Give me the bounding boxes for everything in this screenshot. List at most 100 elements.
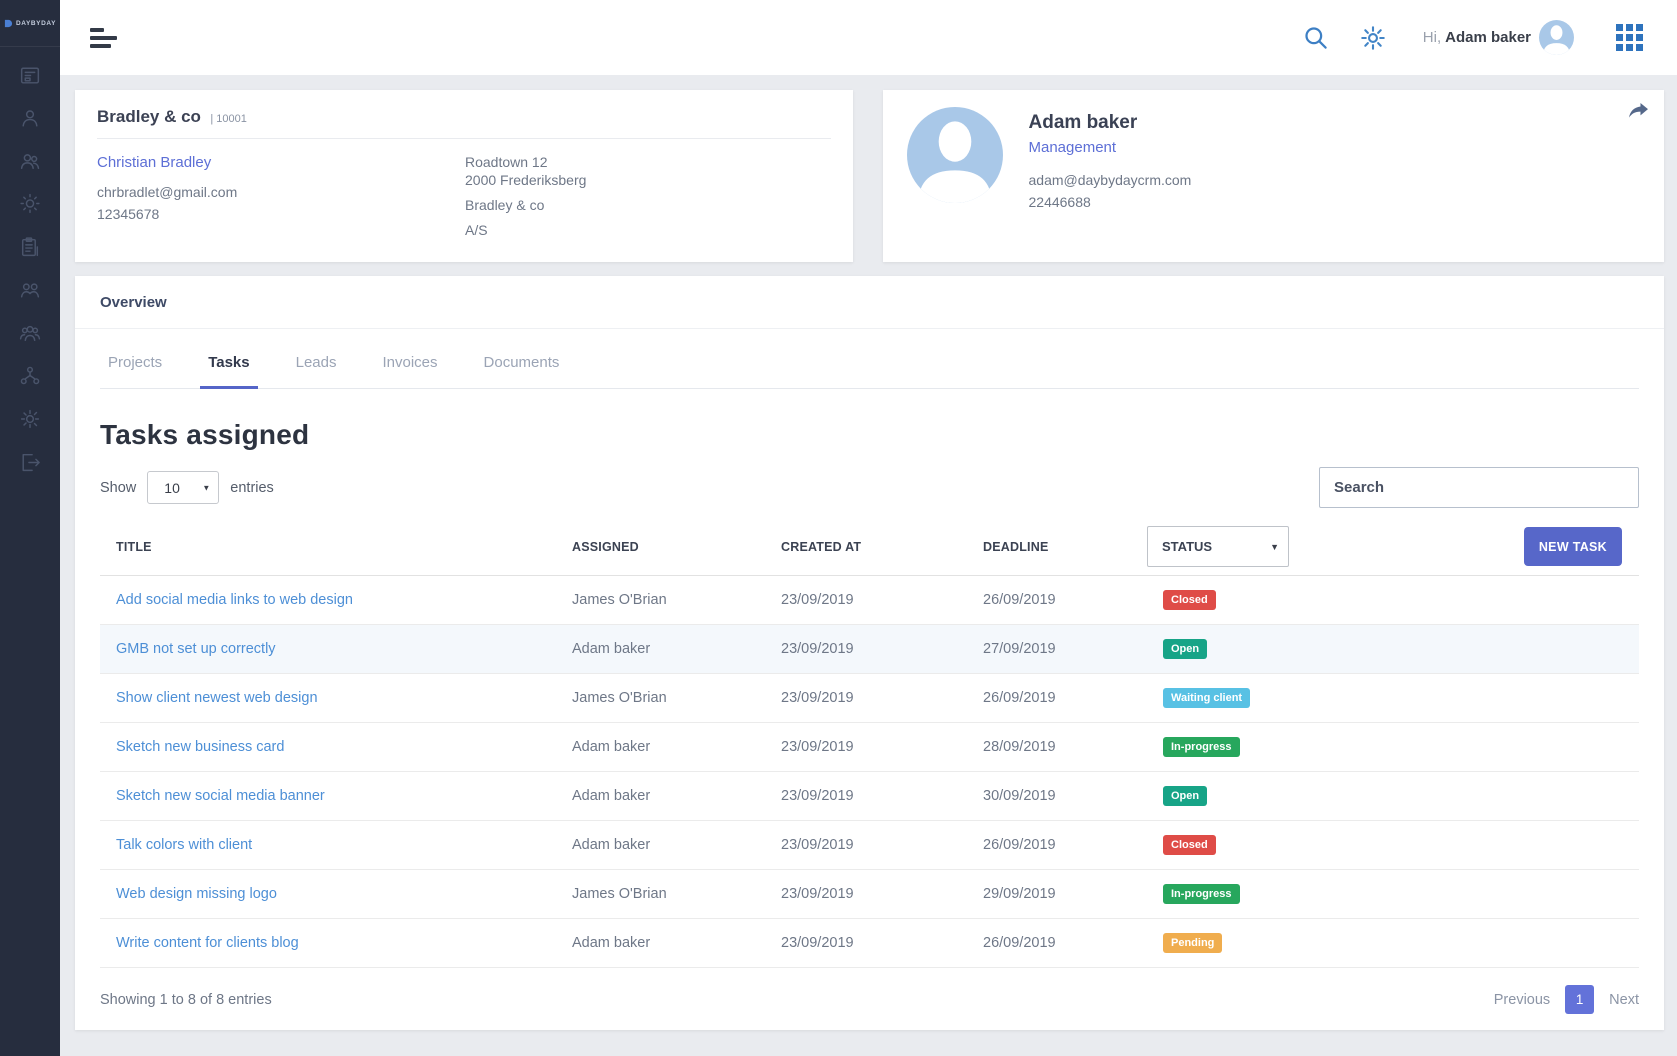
hamburger-menu-icon[interactable] — [90, 28, 117, 48]
pagination-page-1[interactable]: 1 — [1565, 985, 1594, 1014]
gear-icon[interactable] — [1359, 24, 1387, 52]
leads-icon — [18, 192, 42, 216]
deadline-cell: 26/09/2019 — [967, 690, 1147, 706]
assigned-cell: Adam baker — [556, 837, 765, 853]
task-title-link[interactable]: Show client newest web design — [116, 690, 318, 706]
app-logo[interactable]: DAYBYDAY — [0, 0, 60, 47]
tab-documents[interactable]: Documents — [476, 354, 568, 388]
page-title: Tasks assigned — [100, 419, 1639, 451]
person-icon — [907, 107, 1003, 203]
share-arrow-icon[interactable] — [1629, 103, 1648, 123]
address-line1: Roadtown 12 — [465, 154, 586, 170]
primary-contact-link[interactable]: Christian Bradley — [97, 154, 211, 171]
pagination-next[interactable]: Next — [1609, 992, 1639, 1008]
task-title-link[interactable]: Write content for clients blog — [116, 935, 299, 951]
company-address: Roadtown 12 2000 Frederiksberg Bradley &… — [465, 154, 586, 240]
status-badge: Closed — [1163, 835, 1216, 855]
sidebar-item-logout[interactable] — [18, 450, 42, 474]
pagination: Previous 1 Next — [1494, 985, 1639, 1014]
tab-projects[interactable]: Projects — [100, 354, 170, 388]
task-title-link[interactable]: Sketch new business card — [116, 739, 284, 755]
task-title-link[interactable]: Add social media links to web design — [116, 592, 353, 608]
table-header: TITLE ASSIGNED CREATED AT DEADLINE STATU… — [100, 518, 1639, 576]
status-badge: In-progress — [1163, 737, 1240, 757]
user-avatar — [907, 107, 1003, 203]
assigned-cell: Adam baker — [556, 641, 765, 657]
sidebar-item-settings[interactable] — [18, 407, 42, 431]
logout-icon — [18, 450, 42, 474]
search-input[interactable] — [1319, 467, 1639, 508]
company-phone: 12345678 — [97, 206, 465, 222]
task-title-link[interactable]: Talk colors with client — [116, 837, 252, 853]
tab-tasks[interactable]: Tasks — [200, 354, 257, 389]
task-title-link[interactable]: GMB not set up correctly — [116, 641, 276, 657]
sidebar-item-clients[interactable] — [18, 149, 42, 173]
column-header-title[interactable]: TITLE — [100, 540, 556, 554]
user-greeting[interactable]: Hi,Adam baker — [1423, 29, 1531, 46]
table-info: Showing 1 to 8 of 8 entries — [100, 992, 272, 1008]
pagination-previous[interactable]: Previous — [1494, 992, 1550, 1008]
sidebar-item-tasks[interactable] — [18, 235, 42, 259]
deadline-cell: 30/09/2019 — [967, 788, 1147, 804]
deadline-cell: 27/09/2019 — [967, 641, 1147, 657]
page-length-select[interactable]: 10 — [147, 471, 219, 504]
status-badge: Open — [1163, 639, 1207, 659]
status-filter-select[interactable]: STATUS — [1147, 526, 1289, 567]
company-title-row: Bradley & co | 10001 — [97, 107, 831, 139]
tab-leads[interactable]: Leads — [288, 354, 345, 388]
logo-mark-icon — [4, 19, 13, 28]
overview-card: Overview ProjectsTasksLeadsInvoicesDocum… — [75, 276, 1664, 1030]
address-line2: 2000 Frederiksberg — [465, 172, 586, 188]
sidebar-item-absences[interactable] — [18, 278, 42, 302]
company-card: Bradley & co | 10001 Christian Bradley c… — [75, 90, 853, 262]
column-header-created[interactable]: CREATED AT — [765, 540, 967, 554]
assigned-cell: James O'Brian — [556, 886, 765, 902]
topbar-user-name: Adam baker — [1445, 29, 1531, 46]
column-header-assigned[interactable]: ASSIGNED — [556, 540, 765, 554]
tasks-icon — [18, 235, 42, 259]
deadline-cell: 29/09/2019 — [967, 886, 1147, 902]
address-company: Bradley & co — [465, 197, 586, 213]
status-badge: Waiting client — [1163, 688, 1250, 708]
show-label: Show — [100, 480, 136, 496]
created-at-cell: 23/09/2019 — [765, 690, 967, 706]
greeting-prefix: Hi, — [1423, 29, 1441, 46]
deadline-cell: 26/09/2019 — [967, 837, 1147, 853]
new-task-button[interactable]: NEW TASK — [1524, 527, 1622, 566]
topbar-avatar[interactable] — [1539, 20, 1574, 55]
address-legal-form: A/S — [465, 222, 586, 238]
created-at-cell: 23/09/2019 — [765, 739, 967, 755]
assigned-cell: Adam baker — [556, 739, 765, 755]
created-at-cell: 23/09/2019 — [765, 837, 967, 853]
task-title-link[interactable]: Sketch new social media banner — [116, 788, 325, 804]
created-at-cell: 23/09/2019 — [765, 886, 967, 902]
sidebar-item-leads[interactable] — [18, 192, 42, 216]
status-badge: In-progress — [1163, 884, 1240, 904]
column-header-deadline[interactable]: DEADLINE — [967, 540, 1147, 554]
user-card: Adam baker Management adam@daybydaycrm.c… — [883, 90, 1665, 262]
teams-icon — [18, 321, 42, 345]
logo-text: DAYBYDAY — [16, 20, 56, 27]
table-row: Write content for clients blogAdam baker… — [100, 919, 1639, 968]
sidebar-item-departments[interactable] — [18, 364, 42, 388]
sidebar-nav — [0, 47, 60, 474]
sidebar: DAYBYDAY — [0, 0, 60, 1056]
user-department-link[interactable]: Management — [1029, 139, 1192, 156]
deadline-cell: 28/09/2019 — [967, 739, 1147, 755]
deadline-cell: 26/09/2019 — [967, 592, 1147, 608]
tab-bar: Projects Tasks Leads Invoices Documents — [100, 354, 1639, 389]
table-row: Sketch new social media bannerAdam baker… — [100, 772, 1639, 821]
sidebar-item-teams[interactable] — [18, 321, 42, 345]
user-name: Adam baker — [1029, 112, 1192, 134]
created-at-cell: 23/09/2019 — [765, 935, 967, 951]
tab-invoices[interactable]: Invoices — [374, 354, 445, 388]
search-icon[interactable] — [1302, 24, 1329, 51]
task-title-link[interactable]: Web design missing logo — [116, 886, 277, 902]
table-row: Sketch new business card Adam baker23/09/… — [100, 723, 1639, 772]
sidebar-item-users[interactable] — [18, 106, 42, 130]
apps-grid-icon[interactable] — [1616, 24, 1643, 51]
sidebar-item-dashboard[interactable] — [18, 63, 42, 87]
company-number: | 10001 — [210, 113, 247, 125]
table-row: Talk colors with client Adam baker23/09/2… — [100, 821, 1639, 870]
created-at-cell: 23/09/2019 — [765, 788, 967, 804]
